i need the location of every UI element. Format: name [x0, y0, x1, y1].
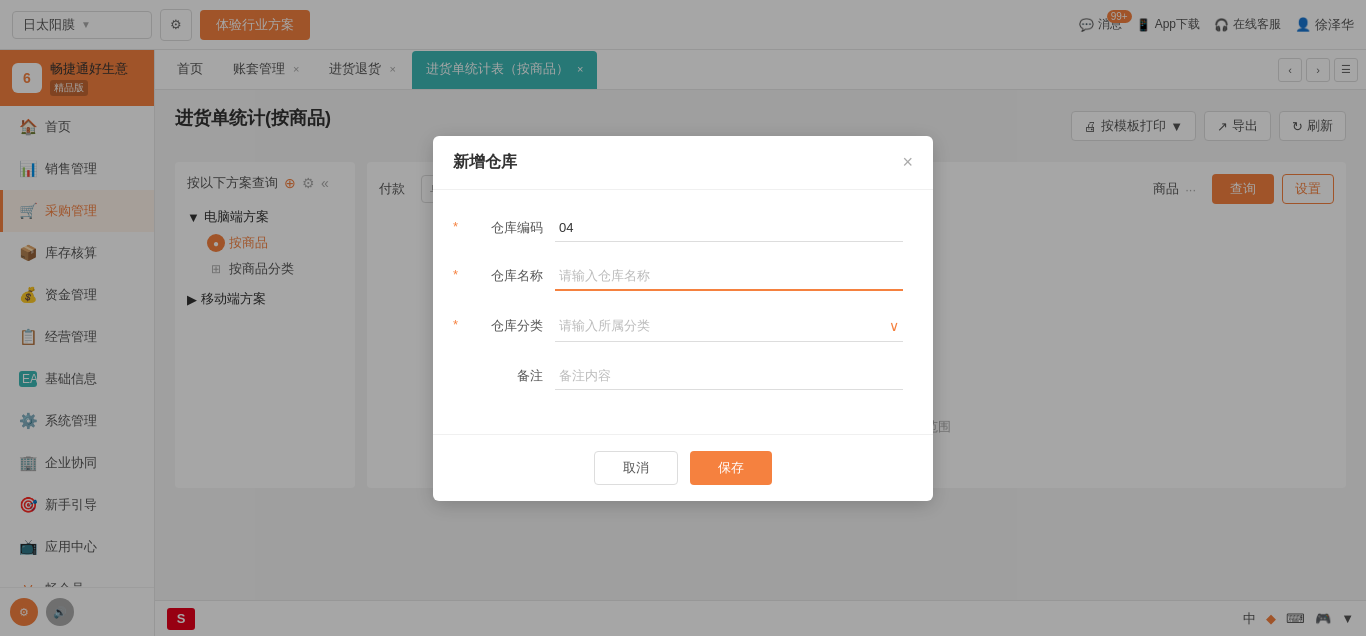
- modal-title: 新增仓库: [453, 152, 517, 173]
- warehouse-name-row: 仓库名称: [463, 262, 903, 291]
- warehouse-code-input[interactable]: [555, 214, 903, 242]
- warehouse-remark-input[interactable]: [555, 362, 903, 390]
- new-warehouse-modal: 新增仓库 × 仓库编码 仓库名称 仓库分类 请输入所属分类 ∨ 备注: [433, 136, 933, 501]
- warehouse-name-input[interactable]: [555, 262, 903, 291]
- category-placeholder: 请输入所属分类: [559, 317, 650, 335]
- modal-footer: 取消 保存: [433, 434, 933, 501]
- warehouse-name-label: 仓库名称: [463, 267, 543, 285]
- warehouse-category-row: 仓库分类 请输入所属分类 ∨: [463, 311, 903, 342]
- modal-close-button[interactable]: ×: [902, 153, 913, 171]
- warehouse-remark-row: 备注: [463, 362, 903, 390]
- warehouse-remark-label: 备注: [463, 367, 543, 385]
- warehouse-code-row: 仓库编码: [463, 214, 903, 242]
- modal-body: 仓库编码 仓库名称 仓库分类 请输入所属分类 ∨ 备注: [433, 190, 933, 434]
- category-arrow-icon: ∨: [889, 318, 899, 334]
- modal-overlay[interactable]: 新增仓库 × 仓库编码 仓库名称 仓库分类 请输入所属分类 ∨ 备注: [0, 0, 1366, 636]
- modal-header: 新增仓库 ×: [433, 136, 933, 190]
- cancel-button[interactable]: 取消: [594, 451, 678, 485]
- warehouse-category-label: 仓库分类: [463, 317, 543, 335]
- warehouse-code-label: 仓库编码: [463, 219, 543, 237]
- warehouse-category-select[interactable]: 请输入所属分类 ∨: [555, 311, 903, 342]
- save-button[interactable]: 保存: [690, 451, 772, 485]
